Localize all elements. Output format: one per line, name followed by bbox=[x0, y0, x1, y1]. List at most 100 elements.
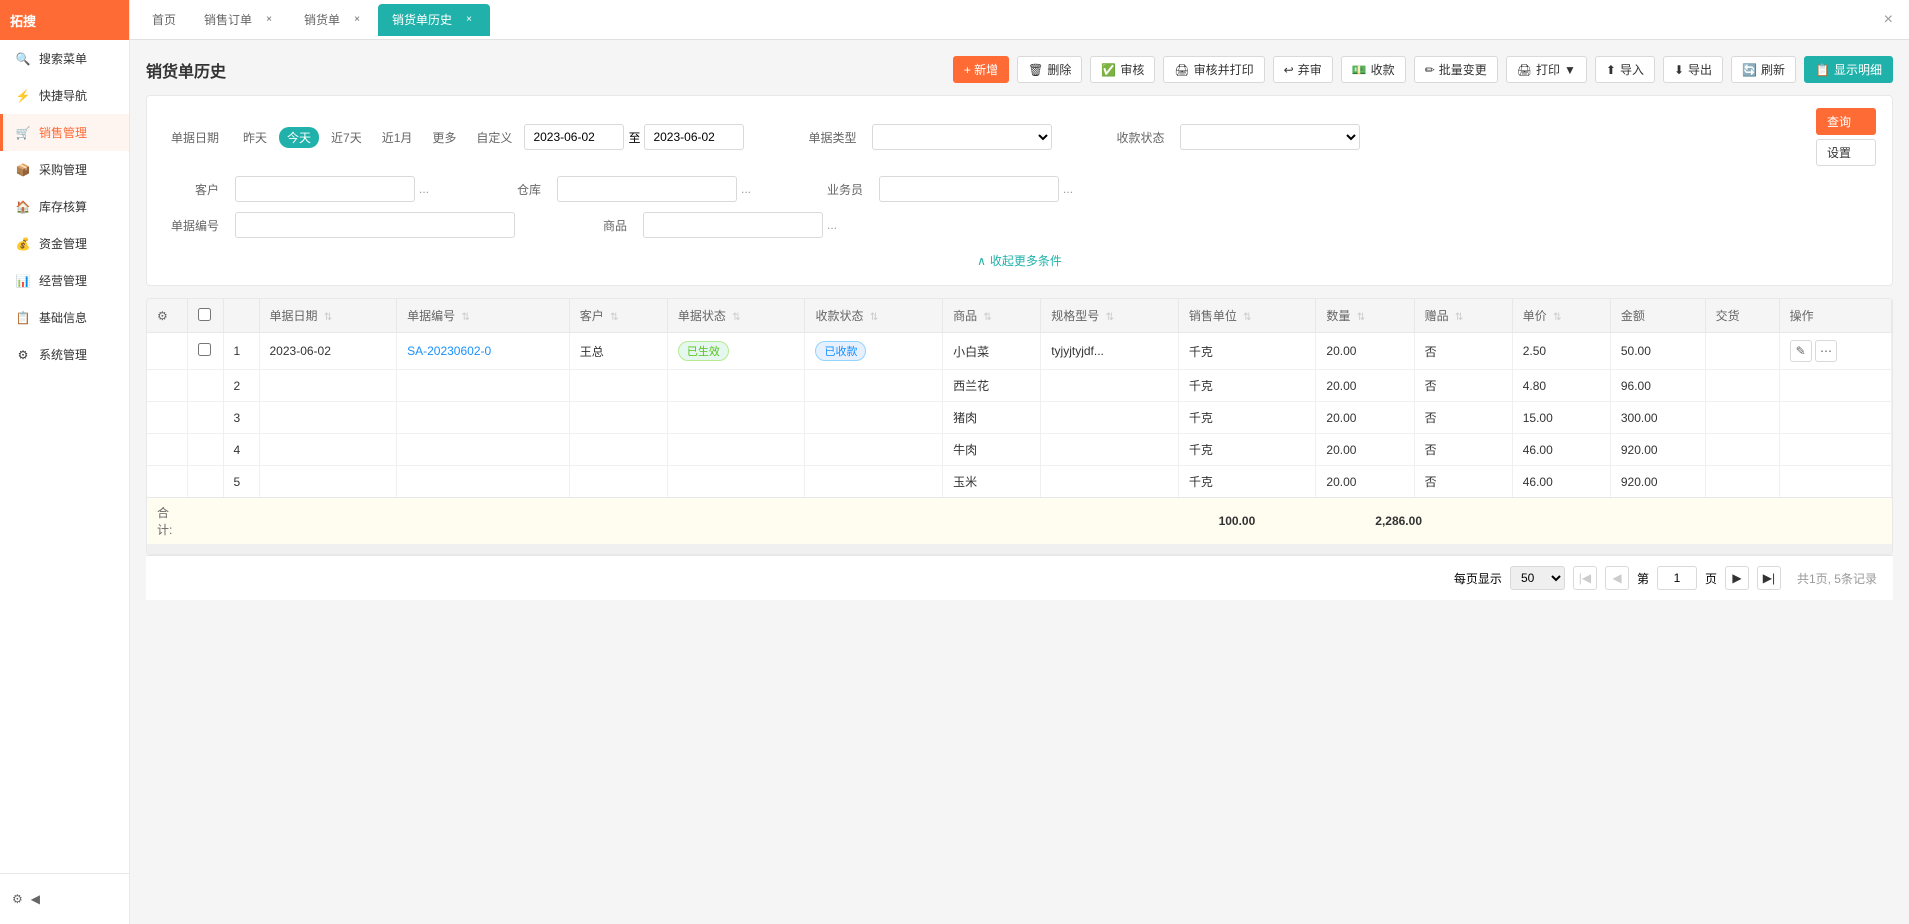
export-button[interactable]: ⬇ 导出 bbox=[1663, 56, 1723, 83]
col-qty[interactable]: 数量 bbox=[1316, 299, 1414, 333]
more-btn[interactable]: ⋯ bbox=[1815, 340, 1837, 362]
row-doc-no-cell bbox=[397, 466, 570, 498]
row-action-cell bbox=[1779, 434, 1891, 466]
col-pay-status[interactable]: 收款状态 bbox=[805, 299, 943, 333]
select-all-checkbox[interactable] bbox=[198, 308, 211, 321]
refresh-button[interactable]: 🔄 刷新 bbox=[1731, 56, 1796, 83]
tab-sales-history-close[interactable]: × bbox=[462, 13, 476, 27]
sidebar-item-basic-info[interactable]: 📋 基础信息 bbox=[0, 299, 129, 336]
page-number-input[interactable] bbox=[1657, 566, 1697, 590]
batch-change-button[interactable]: ✏ 批量变更 bbox=[1414, 56, 1498, 83]
row-doc-no-cell bbox=[397, 370, 570, 402]
row-goods-cell: 玉米 bbox=[943, 466, 1041, 498]
tab-sales-history[interactable]: 销货单历史 × bbox=[378, 4, 490, 36]
col-customer[interactable]: 客户 bbox=[569, 299, 667, 333]
date-from-input[interactable] bbox=[524, 124, 624, 150]
abandon-icon: ↩ bbox=[1284, 63, 1294, 77]
warehouse-dots[interactable]: ... bbox=[741, 182, 751, 196]
salesperson-label: 业务员 bbox=[807, 181, 863, 198]
query-button[interactable]: 查询 bbox=[1816, 108, 1876, 135]
date-btn-yesterday[interactable]: 昨天 bbox=[235, 127, 275, 148]
collect-button[interactable]: 💵 收款 bbox=[1341, 56, 1406, 83]
col-goods[interactable]: 商品 bbox=[943, 299, 1041, 333]
new-button[interactable]: + 新增 bbox=[953, 56, 1009, 83]
col-gift[interactable]: 赠品 bbox=[1414, 299, 1512, 333]
sidebar-item-sys-mgmt[interactable]: ⚙ 系统管理 bbox=[0, 336, 129, 373]
col-checkbox bbox=[187, 299, 223, 333]
row-doc-date-cell bbox=[259, 370, 397, 402]
warehouse-input[interactable] bbox=[557, 176, 737, 202]
delete-button[interactable]: 🗑 删除 bbox=[1017, 56, 1082, 83]
page-content: 销货单历史 + 新增 🗑 删除 ✅ 审核 🖨 审核并打印 ↩ 弃审 bbox=[130, 40, 1909, 924]
date-to-input[interactable] bbox=[644, 124, 744, 150]
col-settings[interactable]: ⚙ bbox=[147, 299, 187, 333]
next-page-btn[interactable]: ▶ bbox=[1725, 566, 1749, 590]
date-btn-today[interactable]: 今天 bbox=[279, 127, 319, 148]
pay-status-select[interactable] bbox=[1180, 124, 1360, 150]
doc-no-input[interactable] bbox=[235, 212, 515, 238]
print-button[interactable]: 🖨 打印 ▼ bbox=[1506, 56, 1587, 83]
sidebar-item-finance[interactable]: 💰 资金管理 bbox=[0, 225, 129, 262]
import-button[interactable]: ⬆ 导入 bbox=[1595, 56, 1655, 83]
prev-page-btn[interactable]: ◀ bbox=[1605, 566, 1629, 590]
page-label: 页 bbox=[1705, 570, 1717, 587]
col-price[interactable]: 单价 bbox=[1512, 299, 1610, 333]
last-page-btn[interactable]: ▶| bbox=[1757, 566, 1781, 590]
horizontal-scrollbar[interactable] bbox=[147, 544, 1892, 554]
goods-input[interactable] bbox=[643, 212, 823, 238]
date-btn-custom[interactable]: 自定义 bbox=[468, 127, 520, 148]
page-size-select[interactable]: 50 20 100 bbox=[1510, 566, 1565, 590]
date-btn-1month[interactable]: 近1月 bbox=[374, 127, 421, 148]
sidebar-settings-btn[interactable]: ⚙ ◀ bbox=[0, 884, 129, 914]
date-btn-7days[interactable]: 近7天 bbox=[323, 127, 370, 148]
sidebar-item-operations[interactable]: 📊 经营管理 bbox=[0, 262, 129, 299]
window-close-btn[interactable]: × bbox=[1876, 11, 1901, 29]
footer-label: 合计: bbox=[157, 504, 184, 538]
filter-row-3: 单据编号 商品 ... bbox=[163, 212, 1876, 238]
sidebar-item-inventory[interactable]: 🏠 库存核算 bbox=[0, 188, 129, 225]
row-qty-cell: 20.00 bbox=[1316, 466, 1414, 498]
abandon-button[interactable]: ↩ 弃审 bbox=[1273, 56, 1333, 83]
row-goods-cell: 小白菜 bbox=[943, 333, 1041, 370]
date-btn-more[interactable]: 更多 bbox=[424, 127, 464, 148]
row-delivery-cell bbox=[1705, 333, 1779, 370]
sidebar-item-sales-mgmt[interactable]: 🛒 销售管理 bbox=[0, 114, 129, 151]
customer-dots[interactable]: ... bbox=[419, 182, 429, 196]
col-spec[interactable]: 规格型号 bbox=[1041, 299, 1179, 333]
col-doc-no[interactable]: 单据编号 bbox=[397, 299, 570, 333]
first-page-btn[interactable]: |◀ bbox=[1573, 566, 1597, 590]
col-unit[interactable]: 销售单位 bbox=[1178, 299, 1316, 333]
tab-sales-delivery-close[interactable]: × bbox=[350, 13, 364, 27]
tab-home[interactable]: 首页 bbox=[138, 4, 190, 36]
data-table-wrapper: ⚙ 单据日期 单据编号 客户 单据状态 bbox=[146, 298, 1893, 555]
row-unit-cell: 千克 bbox=[1178, 402, 1316, 434]
sidebar-item-search-menu[interactable]: 🔍 搜索菜单 bbox=[0, 40, 129, 77]
tab-sales-order-close[interactable]: × bbox=[262, 13, 276, 27]
col-doc-status[interactable]: 单据状态 bbox=[667, 299, 805, 333]
doc-type-select[interactable] bbox=[872, 124, 1052, 150]
setting-button[interactable]: 设置 bbox=[1816, 139, 1876, 166]
customer-control: ... bbox=[235, 176, 429, 202]
tab-sales-order[interactable]: 销售订单 × bbox=[190, 4, 290, 36]
sidebar-item-purchase-mgmt[interactable]: 📦 采购管理 bbox=[0, 151, 129, 188]
customer-input[interactable] bbox=[235, 176, 415, 202]
salesperson-input[interactable] bbox=[879, 176, 1059, 202]
sidebar-item-quick-nav[interactable]: ⚡ 快捷导航 bbox=[0, 77, 129, 114]
tab-sales-delivery[interactable]: 销货单 × bbox=[290, 4, 378, 36]
audit-button[interactable]: ✅ 审核 bbox=[1090, 56, 1155, 83]
edit-btn[interactable]: ✎ bbox=[1790, 340, 1812, 362]
col-amount-label: 金额 bbox=[1621, 309, 1645, 323]
doc-no-label: 单据编号 bbox=[163, 217, 219, 234]
salesperson-dots[interactable]: ... bbox=[1063, 182, 1073, 196]
row-checkbox-cell bbox=[187, 466, 223, 498]
row-checkbox[interactable] bbox=[198, 343, 211, 356]
collapse-btn[interactable]: ∧ 收起更多条件 bbox=[163, 248, 1876, 273]
sidebar-item-label: 系统管理 bbox=[39, 346, 87, 363]
col-doc-date[interactable]: 单据日期 bbox=[259, 299, 397, 333]
row-amount-cell: 920.00 bbox=[1610, 434, 1705, 466]
doc-no-link[interactable]: SA-20230602-0 bbox=[407, 344, 491, 358]
show-detail-button[interactable]: 📋 显示明细 bbox=[1804, 56, 1893, 83]
audit-print-button[interactable]: 🖨 审核并打印 bbox=[1163, 56, 1264, 83]
goods-dots[interactable]: ... bbox=[827, 218, 837, 232]
row-pay-status-cell bbox=[805, 370, 943, 402]
